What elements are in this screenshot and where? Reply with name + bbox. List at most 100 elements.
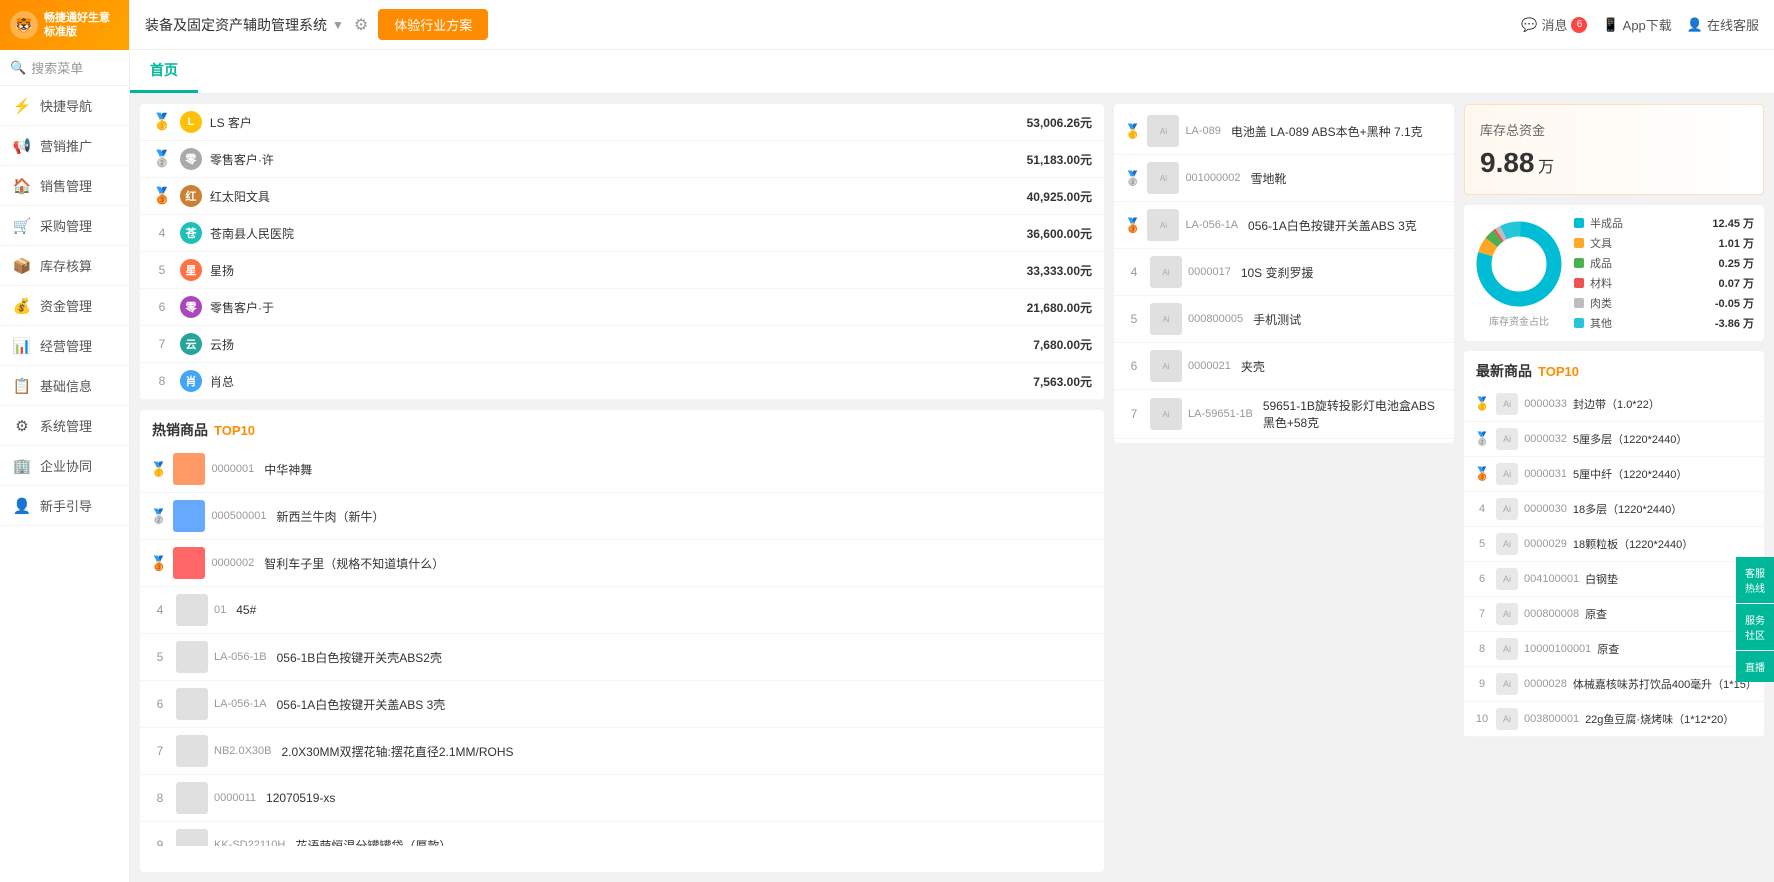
new-product-item[interactable]: 8 Ai 10000100001 原查	[1464, 632, 1764, 667]
hot-product-item[interactable]: 5 LA-056-1B 056-1B白色按键开关壳ABS2壳	[140, 634, 1104, 681]
service-icon: 👤	[1687, 17, 1703, 33]
product-name: 新西兰牛肉（新牛）	[277, 508, 1095, 525]
new-product-code: 0000028	[1524, 678, 1567, 690]
customers-panel: 🥇 L LS 客户 53,006.26元🥈 零 零售客户·许 51,183.00…	[140, 104, 1104, 400]
customer-item[interactable]: 8 肖 肖总 7,563.00元	[140, 363, 1104, 400]
sidebar-item-quick-nav[interactable]: ⚡ 快捷导航	[0, 86, 129, 126]
sidebar-item-operations[interactable]: 📊 经营管理	[0, 326, 129, 366]
sidebar-item-newbie[interactable]: 👤 新手引导	[0, 486, 129, 526]
gear-icon[interactable]: ⚙	[354, 15, 368, 35]
sidebar-item-marketing[interactable]: 📢 营销推广	[0, 126, 129, 166]
hot-product-item[interactable]: 8 0000011 12070519-xs	[140, 775, 1104, 822]
legend-name: 其他	[1590, 315, 1709, 331]
app-download-btn[interactable]: 📱 App下载	[1602, 15, 1671, 34]
new-product-item[interactable]: 5 Ai 0000029 18颗粒板（1220*2440）	[1464, 527, 1764, 562]
new-products-label: 最新商品	[1476, 361, 1532, 381]
sidebar-item-basics[interactable]: 📋 基础信息	[0, 366, 129, 406]
inventory-chart-area: 库存资金占比 半成品 12.45 万 文具 1.01 万 成品 0.25 万 材…	[1464, 205, 1764, 341]
sidebar-item-enterprise[interactable]: 🏢 企业协同	[0, 446, 129, 486]
hot-product-item[interactable]: 🥉 0000002 智利车子里（规格不知道填什么）	[140, 540, 1104, 587]
sidebar-item-sales-mgmt[interactable]: 🏠 销售管理	[0, 166, 129, 206]
customer-item[interactable]: 🥇 L LS 客户 53,006.26元	[140, 104, 1104, 141]
trial-btn[interactable]: 体验行业方案	[378, 9, 488, 40]
sidebar-item-finance[interactable]: 💰 资金管理	[0, 286, 129, 326]
new-product-item[interactable]: 4 Ai 0000030 18多层（1220*2440）	[1464, 492, 1764, 527]
rank-num: 10	[1474, 713, 1490, 725]
rank-num: 8	[152, 374, 172, 388]
top-product-item[interactable]: 6 Ai 0000021 夹壳	[1114, 343, 1454, 390]
top-product-item[interactable]: 4 Ai 0000017 10S 变刹罗援	[1114, 249, 1454, 296]
nav-label-marketing: 营销推广	[40, 136, 92, 155]
top-product-item[interactable]: 🥇 Ai LA-089 电池盖 LA-089 ABS本色+黑种 7.1克	[1114, 108, 1454, 155]
sidebar-search[interactable]: 🔍 搜索菜单	[0, 50, 129, 86]
top-product-item[interactable]: 7 Ai LA-59651-1B 59651-1B旋转投影灯电池盒ABS黑色+5…	[1114, 390, 1454, 439]
new-product-code: 000800008	[1524, 608, 1579, 620]
product-code: 001000002	[1185, 172, 1240, 184]
new-products-list: 🥇 Ai 0000033 封边带（1.0*22）🥈 Ai 0000032 5厘多…	[1464, 387, 1764, 737]
top-product-item[interactable]: 🥈 Ai 001000002 雪地靴	[1114, 155, 1454, 202]
top-product-item[interactable]: 🥉 Ai LA-056-1A 056-1A白色按键开关盖ABS 3克	[1114, 202, 1454, 249]
product-name: 手机测试	[1253, 311, 1444, 328]
sidebar-item-purchase-mgmt[interactable]: 🛒 采购管理	[0, 206, 129, 246]
customer-badge: 零	[180, 148, 202, 170]
nav-label-inventory: 库存核算	[40, 256, 92, 275]
nav-label-finance: 资金管理	[40, 296, 92, 315]
legend-item: 肉类 -0.05 万	[1574, 295, 1754, 311]
new-product-item[interactable]: 9 Ai 0000028 体械嘉核味苏打饮品400毫升（1*15）	[1464, 667, 1764, 702]
top-product-item[interactable]: 5 Ai 000800005 手机测试	[1114, 296, 1454, 343]
customer-name: 肖总	[210, 373, 1025, 390]
medal-icon: 🥈	[150, 508, 167, 525]
online-service-label: 在线客服	[1707, 15, 1759, 34]
product-img	[176, 594, 208, 626]
sidebar-item-system-mgmt[interactable]: ⚙ 系统管理	[0, 406, 129, 446]
messages-btn[interactable]: 💬 消息 6	[1521, 15, 1587, 34]
nav-icon-newbie: 👤	[12, 497, 32, 515]
float-btn-0[interactable]: 客服 热线	[1736, 557, 1774, 603]
chart-inner: 库存资金占比 半成品 12.45 万 文具 1.01 万 成品 0.25 万 材…	[1474, 215, 1754, 331]
hot-product-item[interactable]: 9 KK-SD22110H 花语萌恒温分罐罐袋（厚款）	[140, 822, 1104, 846]
sidebar-item-inventory[interactable]: 📦 库存核算	[0, 246, 129, 286]
rank-num: 7	[152, 337, 172, 351]
hot-product-item[interactable]: 6 LA-056-1A 056-1A白色按键开关盖ABS 3壳	[140, 681, 1104, 728]
rank-num: 9	[150, 838, 170, 846]
customer-item[interactable]: 6 零 零售客户·于 21,680.00元	[140, 289, 1104, 326]
online-service-btn[interactable]: 👤 在线客服	[1687, 15, 1759, 34]
product-code: KK-SD22110H	[214, 839, 285, 846]
customer-item[interactable]: 7 云 云扬 7,680.00元	[140, 326, 1104, 363]
hot-product-item[interactable]: 4 01 45#	[140, 587, 1104, 634]
customer-amount: 40,925.00元	[1027, 188, 1092, 205]
hot-product-item[interactable]: 7 NB2.0X30B 2.0X30MM双摆花轴:摆花直径2.1MM/ROHS	[140, 728, 1104, 775]
new-product-item[interactable]: 🥇 Ai 0000033 封边带（1.0*22）	[1464, 387, 1764, 422]
tab-home[interactable]: 首页	[130, 50, 198, 93]
middle-column: 🥇 L LS 客户 53,006.26元🥈 零 零售客户·许 51,183.00…	[140, 104, 1104, 872]
customer-item[interactable]: 🥉 红 红太阳文具 40,925.00元	[140, 178, 1104, 215]
new-product-item[interactable]: 6 Ai 004100001 白钢垫	[1464, 562, 1764, 597]
float-btn-1[interactable]: 服务 社区	[1736, 604, 1774, 650]
system-selector[interactable]: 装备及固定资产辅助管理系统 ▼	[145, 15, 344, 35]
new-product-img: Ai	[1496, 638, 1518, 660]
medal-icon: 🥈	[1124, 170, 1141, 187]
float-btn-2[interactable]: 直播	[1736, 651, 1774, 682]
hot-product-item[interactable]: 🥈 000500001 新西兰牛肉（新牛）	[140, 493, 1104, 540]
product-name: 10S 变刹罗援	[1241, 264, 1444, 281]
new-product-item[interactable]: 🥉 Ai 0000031 5厘中纤（1220*2440）	[1464, 457, 1764, 492]
page-tabs: 首页	[130, 50, 1774, 94]
customer-item[interactable]: 4 苍 苍南县人民医院 36,600.00元	[140, 215, 1104, 252]
new-product-item[interactable]: 🥈 Ai 0000032 5厘多层（1220*2440）	[1464, 422, 1764, 457]
nav-icon-quick-nav: ⚡	[12, 97, 32, 115]
nav-icon-sales-mgmt: 🏠	[12, 177, 32, 195]
hot-product-item[interactable]: 🥇 0000001 中华神舞	[140, 446, 1104, 493]
product-name: 056-1A白色按键开关盖ABS 3壳	[277, 696, 1094, 713]
new-product-item[interactable]: 7 Ai 000800008 原查	[1464, 597, 1764, 632]
customer-amount: 21,680.00元	[1027, 299, 1092, 316]
new-product-item[interactable]: 10 Ai 003800001 22g鱼豆腐·烧烤味（1*12*20）	[1464, 702, 1764, 737]
topbar: 装备及固定资产辅助管理系统 ▼ ⚙ 体验行业方案 💬 消息 6 📱 App下载 …	[130, 0, 1774, 50]
donut-svg	[1474, 219, 1564, 309]
customer-item[interactable]: 5 星 星扬 33,333.00元	[140, 252, 1104, 289]
customer-item[interactable]: 🥈 零 零售客户·许 51,183.00元	[140, 141, 1104, 178]
customer-amount: 7,563.00元	[1033, 373, 1092, 390]
customer-amount: 33,333.00元	[1027, 262, 1092, 279]
legend-value: 1.01 万	[1719, 235, 1754, 251]
donut-chart	[1474, 219, 1564, 309]
nav-icon-enterprise: 🏢	[12, 457, 32, 475]
